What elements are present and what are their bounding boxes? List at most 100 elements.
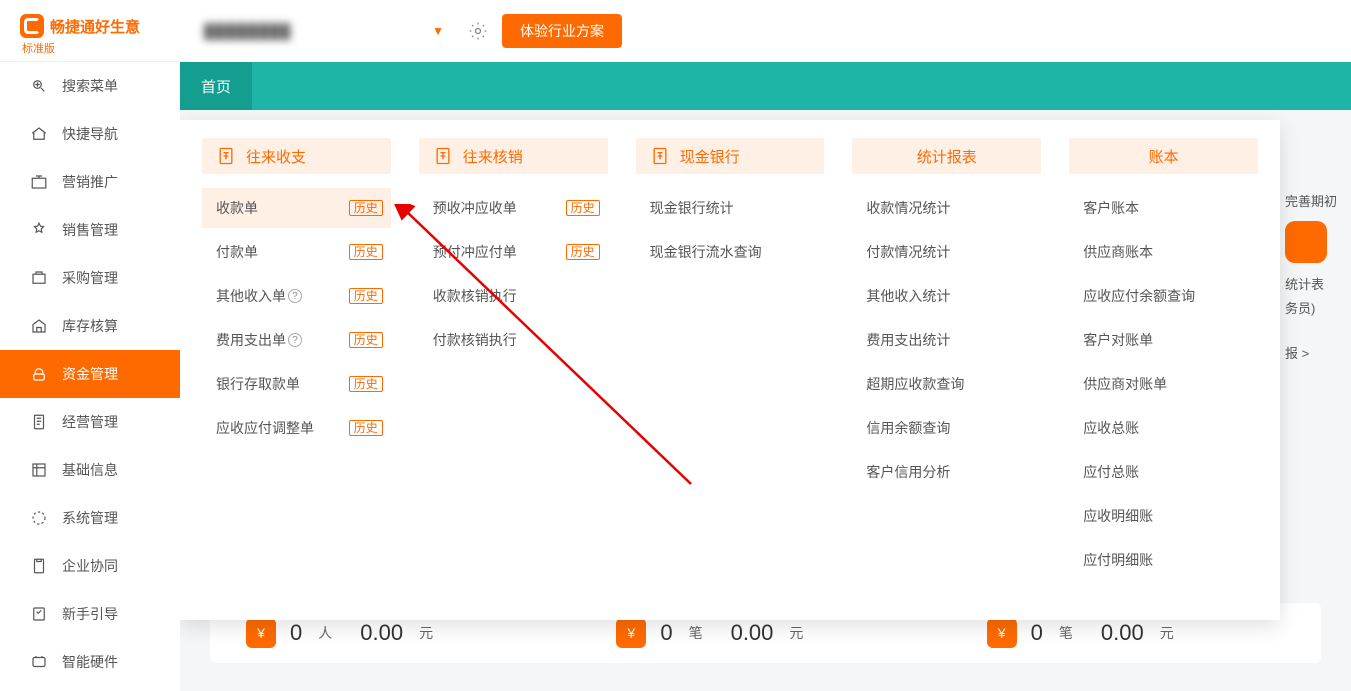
col-title: 现金银行: [680, 146, 740, 167]
menu-item[interactable]: 收款单历史: [202, 188, 391, 228]
menu-item[interactable]: 超期应收款查询: [852, 364, 1041, 404]
sidebar-item-8[interactable]: 基础信息: [0, 446, 180, 494]
menu-item[interactable]: 应收应付调整单 历史: [202, 408, 391, 448]
menu-item[interactable]: 收款情况统计: [852, 188, 1041, 228]
sidebar-item-6[interactable]: 资金管理: [0, 350, 180, 398]
menu-item-label: 应收应付调整单: [216, 418, 314, 438]
menu-item[interactable]: 信用余额查询: [852, 408, 1041, 448]
stat-icon: [246, 618, 276, 648]
tab-bar: 首页: [180, 62, 1351, 110]
menu-item-label: 应付明细账: [1083, 550, 1153, 570]
menu-item-label: 应收应付余额查询: [1083, 286, 1195, 306]
sidebar-item-0[interactable]: 搜索菜单: [0, 62, 180, 110]
sidebar-item-label: 经营管理: [62, 412, 118, 432]
sidebar-item-5[interactable]: 库存核算: [0, 302, 180, 350]
menu-item[interactable]: 供应商对账单: [1069, 364, 1258, 404]
sidebar-item-label: 智能硬件: [62, 652, 118, 672]
menu-item[interactable]: 供应商账本: [1069, 232, 1258, 272]
menu-item[interactable]: 客户对账单: [1069, 320, 1258, 360]
history-tag[interactable]: 历史: [349, 376, 383, 392]
history-tag[interactable]: 历史: [349, 420, 383, 436]
menu-item[interactable]: 应付明细账: [1069, 540, 1258, 580]
sidebar: 畅捷通好生意 标准版 搜索菜单快捷导航营销推广销售管理采购管理库存核算资金管理经…: [0, 0, 180, 691]
menu-item-label: 信用余额查询: [866, 418, 950, 438]
stat-card: 0笔 0.00元: [580, 618, 950, 648]
menu-item[interactable]: 费用支出单?历史: [202, 320, 391, 360]
sidebar-item-1[interactable]: 快捷导航: [0, 110, 180, 158]
history-tag[interactable]: 历史: [566, 200, 600, 216]
history-tag[interactable]: 历史: [349, 200, 383, 216]
stat-unit: 笔: [689, 623, 703, 643]
flyout-column: 统计报表收款情况统计付款情况统计其他收入统计费用支出统计超期应收款查询信用余额查…: [852, 138, 1041, 580]
menu-item[interactable]: 付款核销执行: [419, 320, 608, 360]
sidebar-item-12[interactable]: 智能硬件: [0, 638, 180, 686]
menu-item[interactable]: 应收总账: [1069, 408, 1258, 448]
menu-item[interactable]: 预收冲应收单 历史: [419, 188, 608, 228]
sidebar-item-9[interactable]: 系统管理: [0, 494, 180, 542]
menu-item-label: 预付冲应付单: [433, 242, 517, 262]
peek-text[interactable]: 报 >: [1285, 342, 1351, 365]
gear-icon[interactable]: [468, 21, 488, 41]
menu-item[interactable]: 应收应付余额查询: [1069, 276, 1258, 316]
menu-item[interactable]: 银行存取款单历史: [202, 364, 391, 404]
flyout-column: 往来核销预收冲应收单历史预付冲应付单历史收款核销执行付款核销执行: [419, 138, 608, 580]
history-tag[interactable]: 历史: [349, 332, 383, 348]
menu-item[interactable]: 收款核销执行: [419, 276, 608, 316]
sidebar-item-label: 搜索菜单: [62, 76, 118, 96]
history-tag[interactable]: 历史: [349, 244, 383, 260]
sidebar-item-label: 资金管理: [62, 364, 118, 384]
menu-item[interactable]: 付款情况统计: [852, 232, 1041, 272]
menu-item[interactable]: 客户信用分析: [852, 452, 1041, 492]
menu-item[interactable]: 费用支出统计: [852, 320, 1041, 360]
menu-item-label: 费用支出统计: [866, 330, 950, 350]
sidebar-item-label: 营销推广: [62, 172, 118, 192]
menu-item[interactable]: 其他收入单? 历史: [202, 276, 391, 316]
sidebar-item-11[interactable]: 新手引导: [0, 590, 180, 638]
menu-item[interactable]: 现金银行统计: [636, 188, 825, 228]
org-name: ████████: [204, 23, 291, 39]
peek-text: 务员): [1285, 297, 1351, 320]
flyout-column-header: 往来收支: [202, 138, 391, 174]
dashboard-right-peek: 完善期初 统计表 务员) 报 >: [1285, 190, 1351, 366]
peek-text: 完善期初: [1285, 190, 1351, 213]
menu-item[interactable]: 付款单历史: [202, 232, 391, 272]
flyout-column-header: 现金银行: [636, 138, 825, 174]
menu-item[interactable]: 其他收入统计: [852, 276, 1041, 316]
brand-logo-icon: [20, 14, 44, 38]
menu-item-label: 其他收入单?: [216, 286, 302, 306]
menu-item-label: 现金银行统计: [650, 198, 734, 218]
flyout-column: 账本客户账本供应商账本应收应付余额查询客户对账单供应商对账单应收总账应付总账应收…: [1069, 138, 1258, 580]
menu-item-label: 供应商账本: [1083, 242, 1153, 262]
sidebar-item-4[interactable]: 采购管理: [0, 254, 180, 302]
chevron-down-icon: ▼: [432, 24, 444, 38]
menu-item-label: 客户账本: [1083, 198, 1139, 218]
help-icon[interactable]: ?: [288, 289, 302, 303]
history-tag[interactable]: 历史: [349, 288, 383, 304]
col-title: 统计报表: [917, 146, 977, 167]
history-tag[interactable]: 历史: [566, 244, 600, 260]
stat-unit: 笔: [1059, 623, 1073, 643]
menu-item[interactable]: 预付冲应付单 历史: [419, 232, 608, 272]
stat-unit: 元: [419, 623, 433, 643]
menu-item-label: 应付总账: [1083, 462, 1139, 482]
sidebar-item-7[interactable]: 经营管理: [0, 398, 180, 446]
sidebar-item-3[interactable]: 销售管理: [0, 206, 180, 254]
sidebar-item-2[interactable]: 营销推广: [0, 158, 180, 206]
tab-home[interactable]: 首页: [180, 62, 252, 110]
experience-plan-button[interactable]: 体验行业方案: [502, 14, 622, 48]
menu-item[interactable]: 应付总账: [1069, 452, 1258, 492]
flyout-column-header: 统计报表: [852, 138, 1041, 174]
help-icon[interactable]: ?: [288, 333, 302, 347]
menu-item-label: 现金银行流水查询: [650, 242, 762, 262]
col-title: 账本: [1149, 146, 1179, 167]
stat-count: 0: [1031, 620, 1043, 646]
menu-item-label: 预收冲应收单: [433, 198, 517, 218]
menu-item[interactable]: 客户账本: [1069, 188, 1258, 228]
menu-item[interactable]: 应收明细账: [1069, 496, 1258, 536]
menu-item[interactable]: 现金银行流水查询: [636, 232, 825, 272]
stat-count: 0: [660, 620, 672, 646]
sidebar-item-10[interactable]: 企业协同: [0, 542, 180, 590]
sidebar-item-label: 系统管理: [62, 508, 118, 528]
org-selector[interactable]: ████████ ▼: [194, 14, 454, 48]
sidebar-item-label: 快捷导航: [62, 124, 118, 144]
